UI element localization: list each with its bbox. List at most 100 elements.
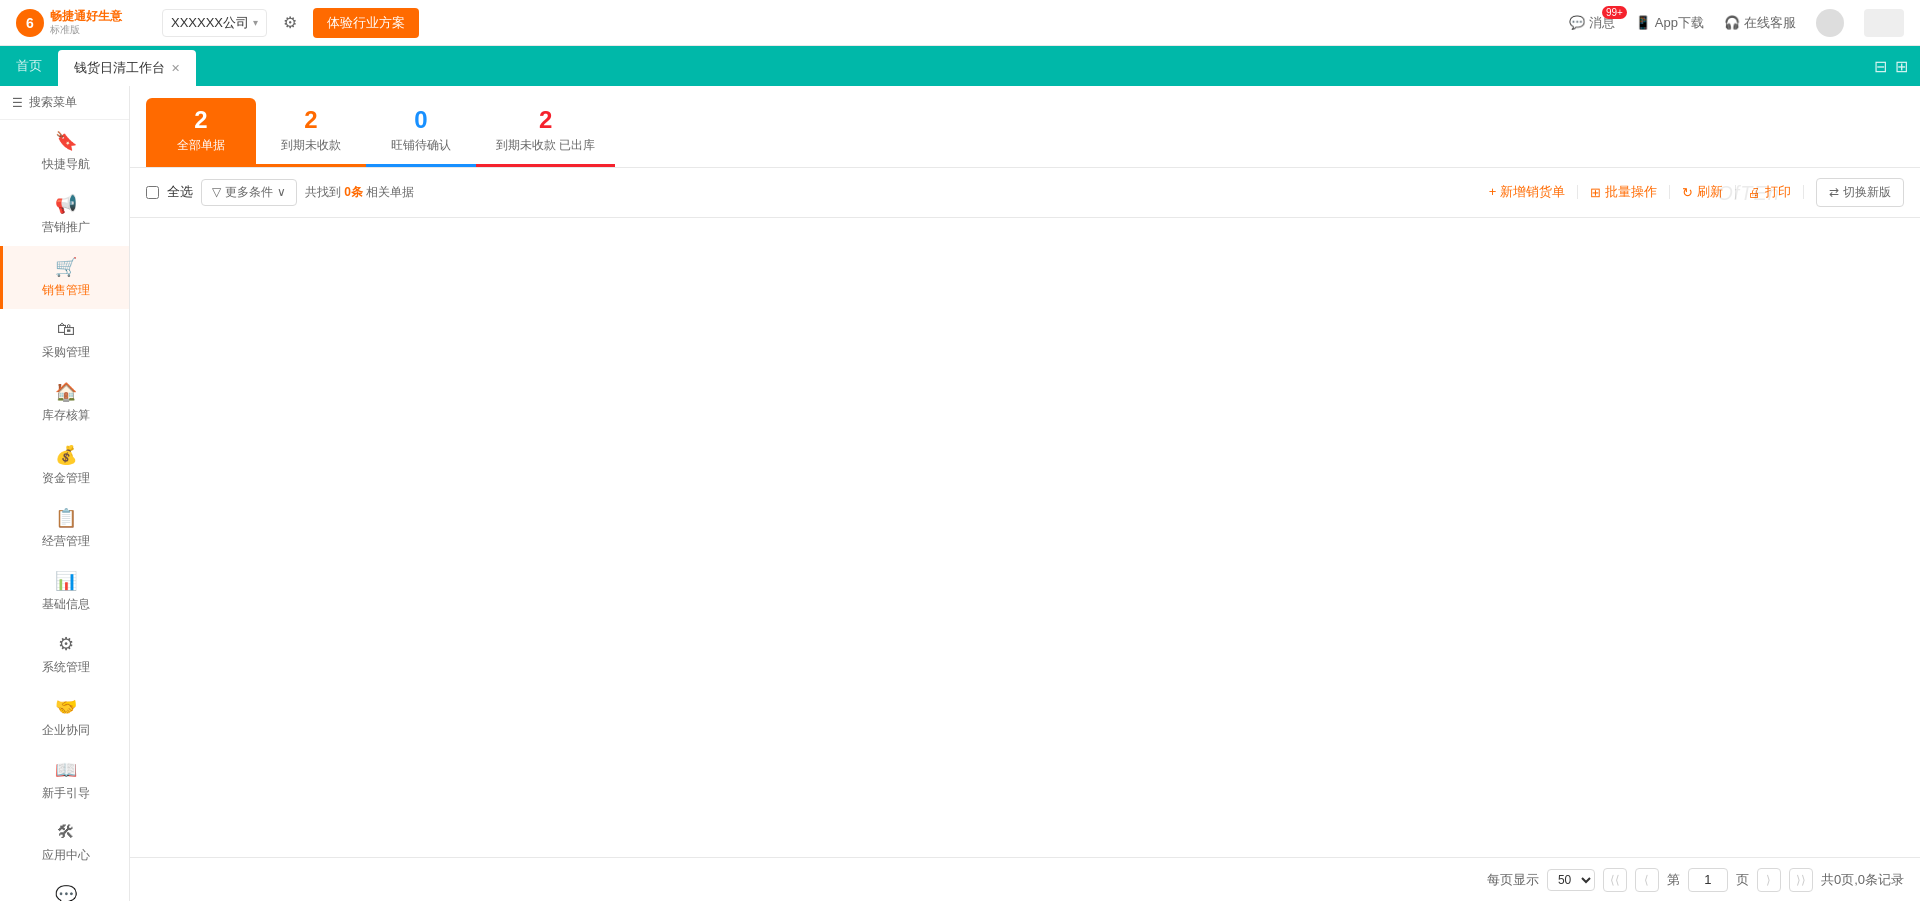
main-layout: ☰ 搜索菜单 🔖 快捷导航 📢 营销推广 🛒 销售管理 🛍 采购管理 🏠 库存核…	[0, 86, 1920, 901]
sidebar: ☰ 搜索菜单 🔖 快捷导航 📢 营销推广 🛒 销售管理 🛍 采购管理 🏠 库存核…	[0, 86, 130, 901]
tab-close-icon[interactable]: ✕	[171, 62, 180, 75]
sidebar-label-apps: 应用中心	[42, 847, 90, 864]
toolbar-left: 全选 ▽ 更多条件 ∨ 共找到 0条 相关单据	[146, 179, 1481, 206]
filter-icon: ▽	[212, 185, 221, 199]
logo-sub: 标准版	[50, 24, 122, 36]
sidebar-item-guide[interactable]: 📖 新手引导	[0, 749, 129, 812]
filter-button[interactable]: ▽ 更多条件 ∨	[201, 179, 297, 206]
sidebar-item-quick-nav[interactable]: 🔖 快捷导航	[0, 120, 129, 183]
tab-home[interactable]: 首页	[0, 46, 58, 86]
new-sale-button[interactable]: + 新增销货单	[1489, 183, 1565, 201]
settings-icon[interactable]: ⚙	[275, 8, 305, 38]
page-label-first: 第	[1667, 871, 1680, 889]
switch-new-button[interactable]: ⇄ 切换新版	[1816, 178, 1904, 207]
refresh-icon: ↻	[1682, 185, 1693, 200]
filter-chevron: ∨	[277, 185, 286, 199]
sidebar-item-purchase[interactable]: 🛍 采购管理	[0, 309, 129, 371]
sidebar-label-inventory: 库存核算	[42, 407, 90, 424]
batch-button[interactable]: ⊞ 批量操作	[1590, 183, 1657, 201]
experience-button[interactable]: 体验行业方案	[313, 8, 419, 38]
sidebar-icon-purchase: 🛍	[57, 319, 75, 340]
found-suffix: 相关单据	[366, 185, 414, 199]
per-page-select[interactable]: 50	[1547, 869, 1595, 891]
stat-tab-all[interactable]: 2 全部单据	[146, 98, 256, 167]
sidebar-label-enterprise: 企业协同	[42, 722, 90, 739]
total-label: 共0页,0条记录	[1821, 871, 1904, 889]
toolbar-right: + 新增销货单 ⊞ 批量操作 ↻ 刷新 🖨 打印 ⇄	[1489, 178, 1904, 207]
sidebar-label-purchase: 采购管理	[42, 344, 90, 361]
tab-collapse-button[interactable]: ⊟	[1874, 57, 1887, 76]
stat-tab-overdue[interactable]: 2 到期未收款	[256, 98, 366, 167]
tab-expand-button[interactable]: ⊞	[1895, 57, 1908, 76]
switch-label: 切换新版	[1843, 184, 1891, 201]
logo-area: 6 畅捷通好生意 标准版	[16, 9, 146, 37]
sidebar-item-wechat[interactable]: 💬 企业微信	[0, 874, 129, 901]
page-prev-button[interactable]: ⟨	[1635, 868, 1659, 892]
pagination-bar: 每页显示 50 ⟨⟨ ⟨ 第 页 ⟩ ⟩⟩ 共0页,0条记录	[130, 857, 1920, 901]
print-label: 打印	[1765, 183, 1791, 201]
tab-bar-actions: ⊟ ⊞	[1874, 57, 1920, 76]
batch-label: 批量操作	[1605, 183, 1657, 201]
sidebar-label-operations: 经营管理	[42, 533, 90, 550]
print-button[interactable]: 🖨 打印	[1748, 183, 1791, 201]
sidebar-label-system: 系统管理	[42, 659, 90, 676]
sidebar-item-marketing[interactable]: 📢 营销推广	[0, 183, 129, 246]
divider-1	[1577, 185, 1578, 199]
empty-area	[130, 218, 1920, 857]
per-page-label: 每页显示	[1487, 871, 1539, 889]
top-header: 6 畅捷通好生意 标准版 XXXXXX公司 ▾ ⚙ 体验行业方案 💬 消息 99…	[0, 0, 1920, 46]
divider-2	[1669, 185, 1670, 199]
sidebar-item-inventory[interactable]: 🏠 库存核算	[0, 371, 129, 434]
logo-title: 畅捷通好生意	[50, 9, 122, 23]
sidebar-item-basics[interactable]: 📊 基础信息	[0, 560, 129, 623]
page-input[interactable]	[1688, 868, 1728, 892]
stat-label-wangpu: 旺铺待确认	[391, 137, 451, 154]
phone-icon: 📱	[1635, 15, 1651, 30]
page-label-middle: 页	[1736, 871, 1749, 889]
company-name: XXXXXX公司	[171, 14, 249, 32]
online-service-action[interactable]: 🎧 在线客服	[1724, 14, 1796, 32]
batch-icon: ⊞	[1590, 185, 1601, 200]
search-icon: ☰	[12, 96, 23, 110]
tab-home-label: 首页	[16, 57, 42, 75]
sidebar-icon-quick-nav: 🔖	[55, 130, 77, 152]
stat-number-all: 2	[194, 106, 207, 135]
avatar[interactable]	[1816, 9, 1844, 37]
print-icon: 🖨	[1748, 185, 1761, 200]
stat-label-shipped: 到期未收款 已出库	[496, 137, 595, 154]
logo-text: 畅捷通好生意 标准版	[50, 9, 122, 35]
chevron-down-icon: ▾	[253, 17, 258, 28]
sidebar-search[interactable]: ☰ 搜索菜单	[0, 86, 129, 120]
sidebar-item-sales[interactable]: 🛒 销售管理	[0, 246, 129, 309]
sidebar-item-finance[interactable]: 💰 资金管理	[0, 434, 129, 497]
sidebar-item-operations[interactable]: 📋 经营管理	[0, 497, 129, 560]
tab-bar: 首页 钱货日清工作台 ✕ ⊟ ⊞	[0, 46, 1920, 86]
page-next-button[interactable]: ⟩	[1757, 868, 1781, 892]
username-area	[1864, 9, 1904, 37]
page-last-button[interactable]: ⟩⟩	[1789, 868, 1813, 892]
message-badge: 99+	[1602, 6, 1627, 19]
sidebar-icon-system: ⚙	[58, 633, 74, 655]
tab-workbench[interactable]: 钱货日清工作台 ✕	[58, 50, 196, 86]
stat-tab-shipped[interactable]: 2 到期未收款 已出库	[476, 98, 615, 167]
stat-number-wangpu: 0	[414, 106, 427, 135]
stat-label-overdue: 到期未收款	[281, 137, 341, 154]
logo-icon: 6	[16, 9, 44, 37]
page-first-button[interactable]: ⟨⟨	[1603, 868, 1627, 892]
message-action[interactable]: 💬 消息 99+	[1569, 14, 1615, 32]
stat-tab-wangpu[interactable]: 0 旺铺待确认	[366, 98, 476, 167]
sidebar-item-apps[interactable]: 🛠 应用中心	[0, 812, 129, 874]
filter-label: 更多条件	[225, 184, 273, 201]
refresh-button[interactable]: ↻ 刷新	[1682, 183, 1723, 201]
sidebar-item-system[interactable]: ⚙ 系统管理	[0, 623, 129, 686]
sidebar-icon-guide: 📖	[55, 759, 77, 781]
company-selector[interactable]: XXXXXX公司 ▾	[162, 9, 267, 37]
select-all-label: 全选	[167, 183, 193, 201]
sidebar-item-enterprise[interactable]: 🤝 企业协同	[0, 686, 129, 749]
app-download-action[interactable]: 📱 App下载	[1635, 14, 1704, 32]
sidebar-search-label: 搜索菜单	[29, 94, 77, 111]
header-right: 💬 消息 99+ 📱 App下载 🎧 在线客服	[1569, 9, 1904, 37]
sidebar-label-sales: 销售管理	[42, 282, 90, 299]
refresh-label: 刷新	[1697, 183, 1723, 201]
select-all-checkbox[interactable]	[146, 186, 159, 199]
